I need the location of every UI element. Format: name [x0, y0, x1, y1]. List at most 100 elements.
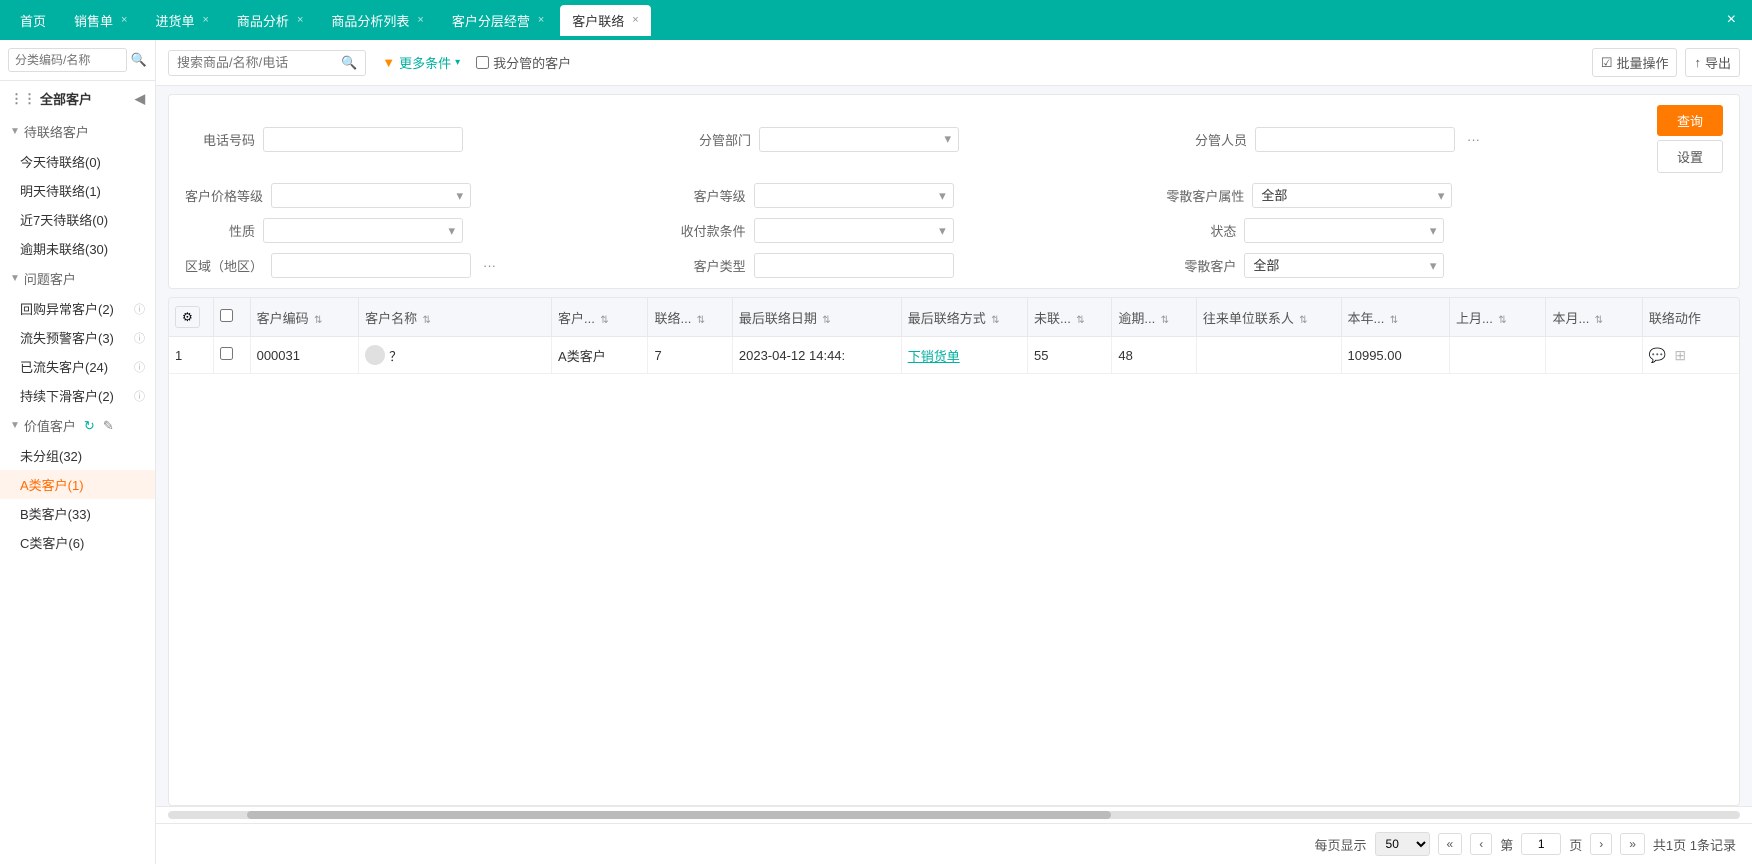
th-check[interactable] — [214, 298, 250, 337]
close-product-analysis-tab[interactable]: × — [297, 14, 303, 26]
dept-label: 分管部门 — [681, 130, 751, 149]
th-overdue[interactable]: 逾期... ⇅ — [1112, 298, 1196, 337]
problem-customer-group: ▼ 问题客户 回购异常客户(2) ⓘ 流失预警客户(3) ⓘ 已流失客户(24)… — [0, 263, 155, 410]
more-filters-btn[interactable]: ▼ 更多条件 ▾ — [374, 49, 468, 76]
status-select[interactable] — [1244, 218, 1444, 243]
retail-attr-select[interactable]: 全部 — [1252, 183, 1452, 208]
filter-panel: 电话号码 分管部门 分管人员 ··· — [168, 94, 1740, 289]
batch-ops-btn[interactable]: ☑ 批量操作 — [1592, 48, 1678, 77]
sidebar-item-tomorrow[interactable]: 明天待联络(1) — [0, 176, 155, 205]
h-scrollbar-thumb[interactable] — [247, 811, 1112, 819]
th-company-contact[interactable]: 往来单位联系人 ⇅ — [1196, 298, 1341, 337]
retail-customer-select[interactable]: 全部 — [1244, 253, 1444, 278]
sidebar-item-class-a[interactable]: A类客户(1) — [0, 470, 155, 499]
th-name[interactable]: 客户名称 ⇅ — [359, 298, 552, 337]
row-checkbox[interactable] — [220, 347, 233, 360]
sidebar-item-class-b[interactable]: B类客户(33) — [0, 499, 155, 528]
last-method-link[interactable]: 下销货单 — [908, 349, 960, 364]
region-dots-btn[interactable]: ··· — [479, 258, 500, 273]
prev-page-btn[interactable]: ‹ — [1470, 833, 1492, 855]
nav-tab-customer-layer[interactable]: 客户分层经营 × — [440, 5, 556, 36]
pending-contact-group-title[interactable]: ▼ 待联络客户 — [0, 116, 155, 147]
th-last-method[interactable]: 最后联络方式 ⇅ — [901, 298, 1027, 337]
export-btn[interactable]: ↑ 导出 — [1685, 48, 1740, 77]
close-sales-tab[interactable]: × — [121, 14, 127, 26]
payment-select[interactable] — [754, 218, 954, 243]
nature-select[interactable] — [263, 218, 463, 243]
td-name: ？ — [359, 337, 552, 374]
refresh-icon[interactable]: ↻ — [84, 418, 95, 434]
customer-type-input[interactable] — [754, 253, 954, 278]
collapse-sidebar-icon[interactable]: ◀ — [135, 91, 145, 107]
phone-input[interactable] — [263, 127, 463, 152]
nature-label: 性质 — [185, 221, 255, 240]
first-page-btn[interactable]: « — [1438, 833, 1463, 855]
td-num: 1 — [169, 337, 214, 374]
content-area: 🔍 ▼ 更多条件 ▾ 我分管的客户 ☑ 批量操作 ↑ 导出 — [156, 40, 1752, 864]
customer-grade-select[interactable] — [754, 183, 954, 208]
th-this-month[interactable]: 本月... ⇅ — [1546, 298, 1642, 337]
sidebar-item-declining[interactable]: 持续下滑客户(2) ⓘ — [0, 381, 155, 410]
nav-tab-sales[interactable]: 销售单 × — [62, 5, 139, 36]
close-customer-layer-tab[interactable]: × — [538, 14, 544, 26]
td-last-date: 2023-04-12 14:44: — [732, 337, 901, 374]
h-scrollbar[interactable] — [168, 811, 1740, 819]
select-all-checkbox[interactable] — [220, 309, 233, 322]
th-last-date[interactable]: 最后联络日期 ⇅ — [732, 298, 901, 337]
nav-tab-customer-contact[interactable]: 客户联络 × — [560, 5, 650, 36]
sidebar-item-7days[interactable]: 近7天待联络(0) — [0, 205, 155, 234]
query-button[interactable]: 查询 — [1657, 105, 1723, 136]
next-page-btn[interactable]: › — [1590, 833, 1612, 855]
close-all-tabs[interactable]: × — [1719, 7, 1744, 33]
th-code[interactable]: 客户编码 ⇅ — [250, 298, 359, 337]
close-product-list-tab[interactable]: × — [417, 14, 423, 26]
sidebar-item-churn-warning[interactable]: 流失预警客户(3) ⓘ — [0, 323, 155, 352]
close-customer-contact-tab[interactable]: × — [632, 14, 638, 26]
dept-select[interactable] — [759, 127, 959, 152]
th-this-year[interactable]: 本年... ⇅ — [1341, 298, 1450, 337]
sidebar-item-today[interactable]: 今天待联络(0) — [0, 147, 155, 176]
nav-tab-purchase[interactable]: 进货单 × — [143, 5, 220, 36]
sidebar-item-unclassified[interactable]: 未分组(32) — [0, 441, 155, 470]
td-last-method[interactable]: 下销货单 — [901, 337, 1027, 374]
qr-icon[interactable]: ⊞ — [1674, 347, 1686, 364]
last-page-btn[interactable]: » — [1620, 833, 1645, 855]
all-customers-label[interactable]: 全部客户 — [40, 89, 92, 108]
data-table-area: ⚙ 客户编码 ⇅ 客户名称 ⇅ — [168, 297, 1740, 806]
close-purchase-tab[interactable]: × — [202, 14, 208, 26]
nav-tab-product-list[interactable]: 商品分析列表 × — [319, 5, 435, 36]
th-contact[interactable]: 联络... ⇅ — [648, 298, 732, 337]
sidebar-item-churned[interactable]: 已流失客户(24) ⓘ — [0, 352, 155, 381]
td-this-month — [1546, 337, 1642, 374]
sidebar-item-overdue[interactable]: 逾期未联络(30) — [0, 234, 155, 263]
gear-button[interactable]: ⚙ — [175, 306, 200, 328]
page-size-select[interactable]: 50 10 20 100 — [1375, 832, 1430, 856]
page-number-input[interactable] — [1521, 833, 1561, 855]
problem-customer-group-title[interactable]: ▼ 问题客户 — [0, 263, 155, 294]
nav-tab-product-analysis[interactable]: 商品分析 × — [225, 5, 315, 36]
manager-dots-btn[interactable]: ··· — [1463, 132, 1484, 147]
sidebar-search-icon[interactable]: 🔍 — [131, 52, 147, 68]
search-icon[interactable]: 🔍 — [341, 55, 357, 71]
sidebar-search-input[interactable] — [8, 48, 127, 72]
sidebar-item-abnormal-repurchase[interactable]: 回购异常客户(2) ⓘ — [0, 294, 155, 323]
my-customers-checkbox[interactable]: 我分管的客户 — [476, 53, 571, 72]
chat-icon[interactable]: 💬 — [1649, 347, 1666, 364]
region-input[interactable] — [271, 253, 471, 278]
th-gear[interactable]: ⚙ — [169, 298, 214, 337]
settings-button[interactable]: 设置 — [1657, 140, 1723, 173]
top-nav: 首页 销售单 × 进货单 × 商品分析 × 商品分析列表 × 客户分层经营 × … — [0, 0, 1752, 40]
search-input[interactable] — [177, 55, 337, 70]
value-customer-group-title[interactable]: ▼ 价值客户 ↻ ✎ — [0, 410, 155, 441]
sort-icon: ⇅ — [697, 315, 705, 326]
td-check[interactable] — [214, 337, 250, 374]
th-grade[interactable]: 客户... ⇅ — [552, 298, 648, 337]
manager-input[interactable] — [1255, 127, 1455, 152]
price-grade-select[interactable] — [271, 183, 471, 208]
th-uncontact[interactable]: 未联... ⇅ — [1028, 298, 1112, 337]
nav-home[interactable]: 首页 — [8, 5, 58, 36]
my-customers-check[interactable] — [476, 56, 489, 69]
th-last-month[interactable]: 上月... ⇅ — [1450, 298, 1546, 337]
sidebar-item-class-c[interactable]: C类客户(6) — [0, 528, 155, 557]
edit-icon[interactable]: ✎ — [103, 418, 114, 434]
